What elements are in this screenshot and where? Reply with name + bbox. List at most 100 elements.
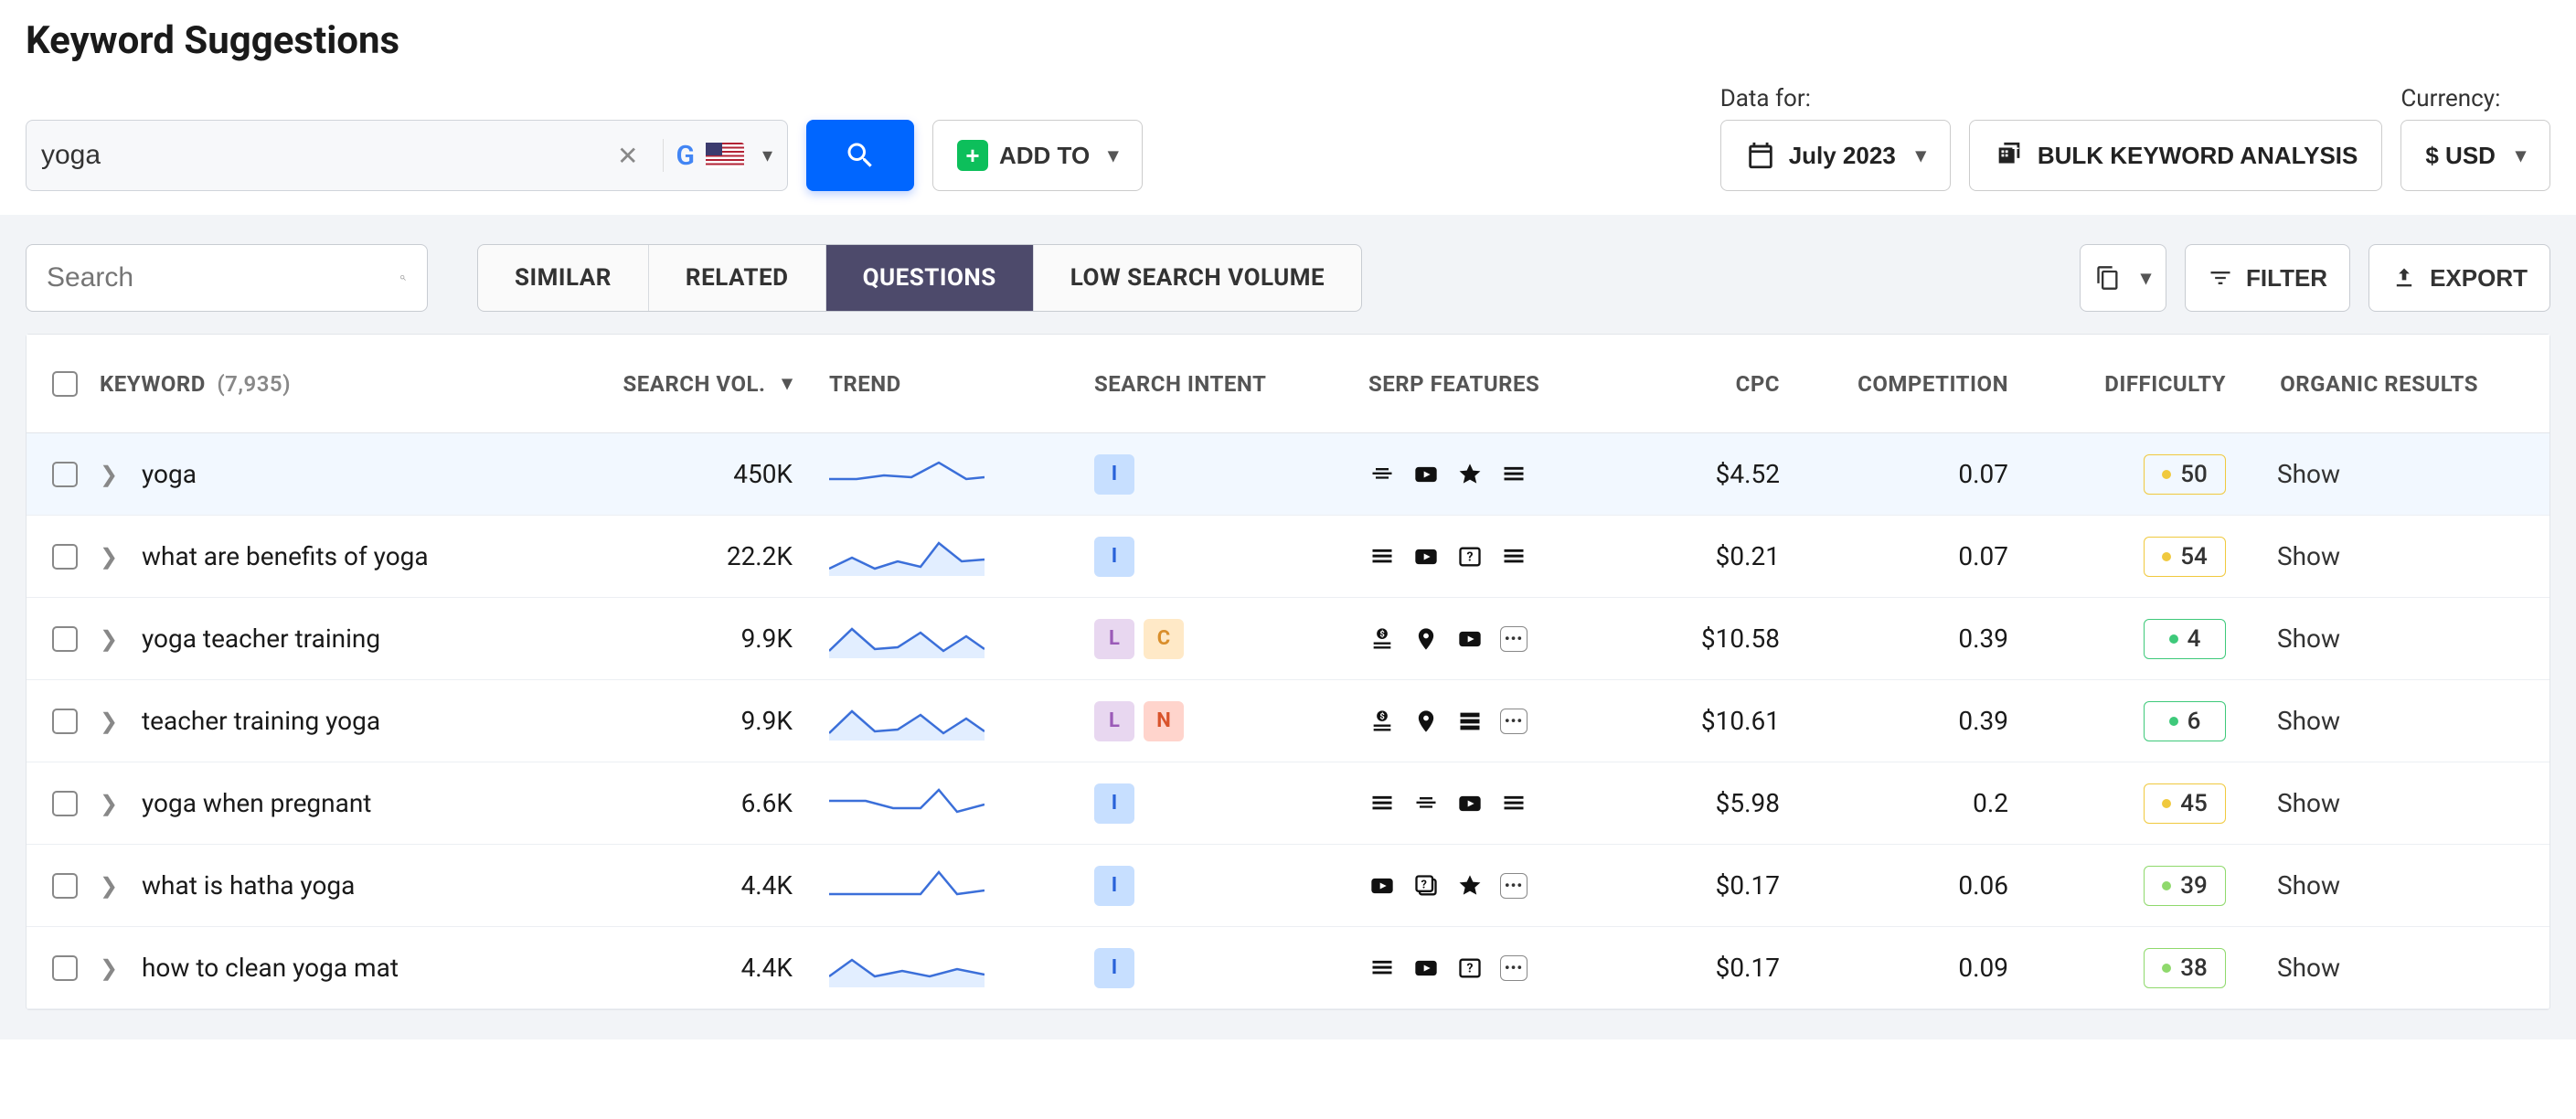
search-volume: 4.4K xyxy=(564,870,829,901)
expand-icon[interactable]: ❯ xyxy=(100,791,120,816)
currency-button[interactable]: $ USD ▾ xyxy=(2400,120,2550,191)
table-search-box[interactable] xyxy=(26,244,428,312)
row-checkbox[interactable] xyxy=(52,955,78,981)
tab-related[interactable]: RELATED xyxy=(649,245,826,311)
col-competition[interactable]: COMPETITION xyxy=(1780,371,2045,397)
bulk-icon: + xyxy=(1994,140,2025,171)
row-checkbox[interactable] xyxy=(52,544,78,570)
keyword-text[interactable]: what are benefits of yoga xyxy=(142,541,429,571)
serp-video-icon xyxy=(1456,625,1484,653)
filter-icon xyxy=(2208,265,2233,291)
show-link[interactable]: Show xyxy=(2277,541,2340,571)
col-difficulty[interactable]: DIFFICULTY xyxy=(2045,371,2255,397)
row-checkbox[interactable] xyxy=(52,709,78,734)
col-serp-features[interactable]: SERP FEATURES xyxy=(1368,371,1634,397)
serp-cardstack-icon: ? xyxy=(1412,872,1440,900)
intent-badge-i: I xyxy=(1094,537,1134,577)
search-icon xyxy=(844,139,877,172)
intent-badge-c: C xyxy=(1144,619,1184,659)
expand-icon[interactable]: ❯ xyxy=(100,626,120,652)
cpc-value: $4.52 xyxy=(1634,459,1780,489)
keyword-search-input[interactable] xyxy=(41,140,606,171)
clear-icon[interactable]: ✕ xyxy=(606,141,649,171)
serp-pin-icon xyxy=(1412,625,1440,653)
serp-features-cell: ?••• xyxy=(1368,954,1634,982)
keyword-text[interactable]: what is hatha yoga xyxy=(142,870,355,901)
chevron-down-icon[interactable]: ▾ xyxy=(762,144,772,167)
calendar-icon xyxy=(1745,140,1776,171)
trend-sparkline xyxy=(829,781,1094,826)
col-keyword[interactable]: KEYWORD (7,935) xyxy=(100,371,291,397)
date-range-button[interactable]: July 2023 ▾ xyxy=(1720,120,1951,191)
show-link[interactable]: Show xyxy=(2277,953,2340,983)
row-checkbox[interactable] xyxy=(52,873,78,899)
svg-text:$: $ xyxy=(1379,711,1384,721)
copy-button[interactable]: ▾ xyxy=(2080,244,2166,312)
col-cpc[interactable]: CPC xyxy=(1634,371,1780,397)
search-intent-cell: I xyxy=(1094,948,1368,988)
serp-pin-icon xyxy=(1412,708,1440,735)
keyword-text[interactable]: yoga xyxy=(142,459,197,489)
svg-text:?: ? xyxy=(1467,549,1474,564)
show-link[interactable]: Show xyxy=(2277,788,2340,818)
competition-value: 0.06 xyxy=(1780,870,2045,901)
tab-similar[interactable]: SIMILAR xyxy=(478,245,649,311)
difficulty-cell: 45 xyxy=(2045,783,2255,824)
row-checkbox[interactable] xyxy=(52,626,78,652)
intent-badge-i: I xyxy=(1094,783,1134,824)
serp-video-icon xyxy=(1412,954,1440,982)
svg-text:?: ? xyxy=(1467,961,1474,975)
keyword-search-box[interactable]: ✕ G ▾ xyxy=(26,120,788,191)
show-link[interactable]: Show xyxy=(2277,623,2340,654)
col-trend[interactable]: TREND xyxy=(829,371,1094,397)
show-link[interactable]: Show xyxy=(2277,459,2340,489)
trend-sparkline xyxy=(829,616,1094,662)
expand-icon[interactable]: ❯ xyxy=(100,709,120,734)
keyword-text[interactable]: yoga teacher training xyxy=(142,623,380,654)
difficulty-cell: 39 xyxy=(2045,866,2255,906)
chevron-down-icon: ▾ xyxy=(1916,144,1926,167)
row-checkbox[interactable] xyxy=(52,791,78,816)
expand-icon[interactable]: ❯ xyxy=(100,955,120,981)
tab-questions[interactable]: QUESTIONS xyxy=(826,245,1034,311)
col-search-vol[interactable]: SEARCH VOL. ▾ xyxy=(564,371,829,397)
serp-lines-icon xyxy=(1368,790,1396,817)
select-all-checkbox[interactable] xyxy=(52,371,78,397)
svg-text:?: ? xyxy=(1421,878,1426,891)
expand-icon[interactable]: ❯ xyxy=(100,462,120,487)
search-volume: 4.4K xyxy=(564,953,829,983)
table-row: ❯ teacher training yoga 9.9K LN $••• $10… xyxy=(27,680,2549,762)
intent-badge-i: I xyxy=(1094,454,1134,495)
organic-results-cell: Show xyxy=(2255,623,2493,654)
col-organic-results[interactable]: ORGANIC RESULTS xyxy=(2255,371,2493,397)
show-link[interactable]: Show xyxy=(2277,870,2340,901)
export-button[interactable]: EXPORT xyxy=(2368,244,2550,312)
expand-icon[interactable]: ❯ xyxy=(100,873,120,899)
add-to-label: ADD TO xyxy=(999,142,1090,170)
row-checkbox[interactable] xyxy=(52,462,78,487)
export-label: EXPORT xyxy=(2430,264,2528,293)
serp-card-icon: ? xyxy=(1456,543,1484,570)
keyword-text[interactable]: yoga when pregnant xyxy=(142,788,371,818)
table-row: ❯ what are benefits of yoga 22.2K I ? $0… xyxy=(27,516,2549,598)
keyword-text[interactable]: how to clean yoga mat xyxy=(142,953,399,983)
svg-text:$: $ xyxy=(1379,629,1384,639)
tab-low-volume[interactable]: LOW SEARCH VOLUME xyxy=(1034,245,1361,311)
expand-icon[interactable]: ❯ xyxy=(100,544,120,570)
table-header: KEYWORD (7,935) SEARCH VOL. ▾ TREND SEAR… xyxy=(27,335,2549,433)
table-search-input[interactable] xyxy=(47,262,399,293)
us-flag-icon[interactable] xyxy=(706,143,744,168)
add-to-button[interactable]: + ADD TO ▾ xyxy=(932,120,1143,191)
spacer xyxy=(1969,85,2383,112)
search-intent-cell: I xyxy=(1094,783,1368,824)
bulk-analysis-button[interactable]: + BULK KEYWORD ANALYSIS xyxy=(1969,120,2383,191)
filter-button[interactable]: FILTER xyxy=(2185,244,2350,312)
show-link[interactable]: Show xyxy=(2277,706,2340,736)
serp-features-cell xyxy=(1368,790,1634,817)
difficulty-badge: 4 xyxy=(2144,619,2226,659)
search-button[interactable] xyxy=(806,120,914,191)
trend-sparkline xyxy=(829,863,1094,909)
organic-results-cell: Show xyxy=(2255,870,2493,901)
keyword-text[interactable]: teacher training yoga xyxy=(142,706,380,736)
col-search-intent[interactable]: SEARCH INTENT xyxy=(1094,371,1368,397)
